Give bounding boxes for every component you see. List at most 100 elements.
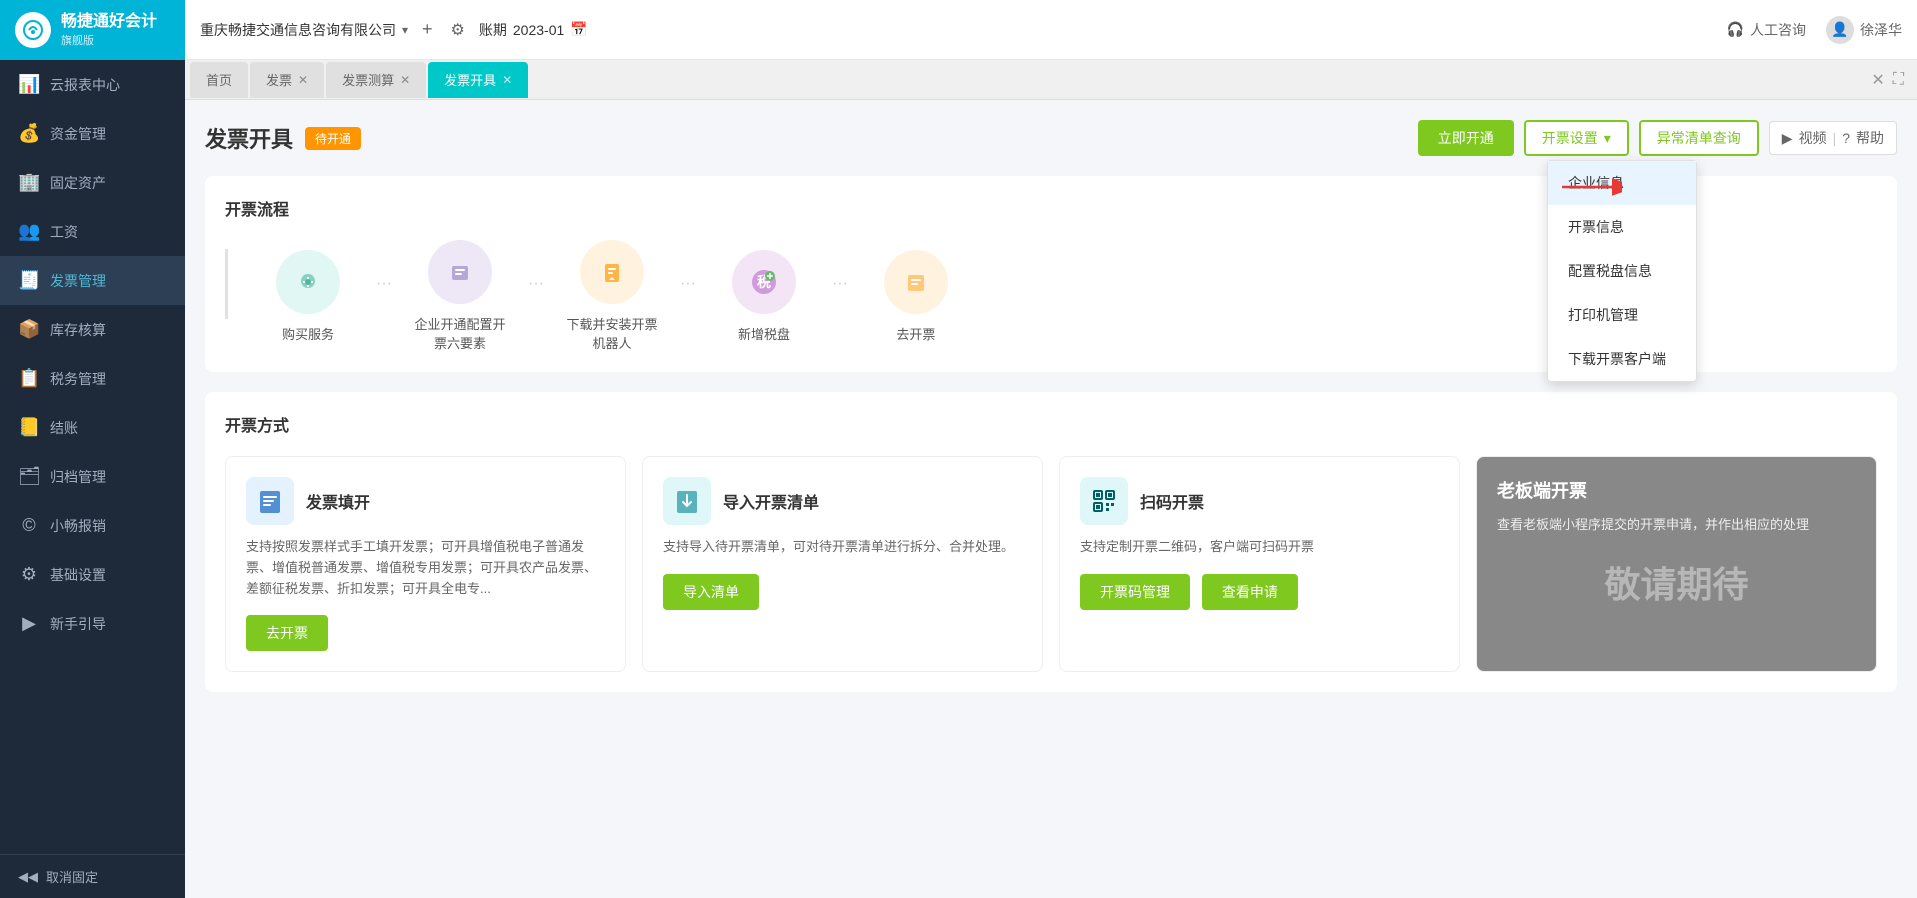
sidebar-label-fapiaoglian: 发票管理 [50,271,106,291]
sidebar-item-fapiaoglian[interactable]: 🧾 发票管理 [0,256,185,305]
sidebar-nav: 📊 云报表中心 💰 资金管理 🏢 固定资产 👥 工资 🧾 发票管理 📦 库存核算… [0,60,185,854]
method-icon-import [663,477,711,525]
tab-fapiaokaiiu[interactable]: 发票开具✕ [428,62,528,98]
collapse-icon: ◀◀ [18,869,38,885]
add-company-button[interactable]: + [418,15,437,44]
user-menu[interactable]: 👤 徐泽华 [1826,16,1902,44]
method-icon-fill [246,477,294,525]
sidebar-item-kucunhesuan[interactable]: 📦 库存核算 [0,305,185,354]
methods-section: 开票方式 发票填开 支持按照发票样式手工填开发票；可开具增值税电子普通发票、增值… [205,392,1897,692]
activate-button[interactable]: 立即开通 [1418,120,1514,156]
close-tab-button[interactable]: ✕ [1871,70,1884,90]
sidebar-item-zijin[interactable]: 💰 资金管理 [0,109,185,158]
process-arrow-3: ··· [680,275,696,318]
settings-gear-icon[interactable]: ⚙ [447,16,469,44]
collapse-label: 取消固定 [46,867,98,886]
sidebar-label-jiezhang: 结账 [50,418,78,438]
fill-invoice-button[interactable]: 去开票 [246,615,328,651]
sidebar-label-xinshouyin: 新手引导 [50,614,106,634]
import-list-button[interactable]: 导入清单 [663,574,759,610]
process-step-buy: 购买服务 [248,250,368,343]
period-selector[interactable]: 账期 2023-01 📅 [479,20,588,40]
support-button[interactable]: 🎧 人工咨询 [1727,20,1806,40]
process-step-install: 下载并安装开票机器人 [552,240,672,352]
sidebar-label-gongzi: 工资 [50,222,78,242]
dropdown-item-kaipiao[interactable]: 开票信息 [1548,205,1696,249]
sidebar-label-guidang: 归档管理 [50,467,106,487]
topbar-right: 🎧 人工咨询 👤 徐泽华 [1727,16,1902,44]
gudingzichan-icon: 🏢 [18,172,40,193]
gongzi-icon: 👥 [18,221,40,242]
method-card-boss: 老板端开票 查看老板端小程序提交的开票申请，并作出相应的处理 敬请期待 [1476,456,1877,672]
method-title-scan: 扫码开票 [1140,489,1204,513]
dropdown-item-peizhi[interactable]: 配置税盘信息 [1548,249,1696,293]
process-arrow-2: ··· [528,275,544,318]
shuiwu-icon: 📋 [18,368,40,389]
page-title-area: 发票开具 待开通 [205,122,361,154]
sidebar-item-jichushezhi[interactable]: ⚙ 基础设置 [0,550,185,599]
sidebar-label-zijin: 资金管理 [50,124,106,144]
dropdown-item-dayinji[interactable]: 打印机管理 [1548,293,1696,337]
method-card-import: 导入开票清单 支持导入待开票清单，可对待开票清单进行拆分、合并处理。 导入清单 [642,456,1043,672]
tab-close-fapiaoceuan[interactable]: ✕ [400,73,410,87]
sidebar-item-jiezhang[interactable]: 📒 结账 [0,403,185,452]
tab-close-fapiao[interactable]: ✕ [298,73,308,87]
logo-icon [15,12,51,48]
sidebar-item-gongzi[interactable]: 👥 工资 [0,207,185,256]
tab-bar: 首页发票✕发票测算✕发票开具✕ ✕ ⛶ [185,60,1917,100]
method-header-scan: 扫码开票 [1080,477,1439,525]
maximize-button[interactable]: ⛶ [1893,71,1904,89]
process-divider-left [225,249,228,319]
sidebar-item-yunbao[interactable]: 📊 云报表中心 [0,60,185,109]
process-label-config: 企业开通配置开票六要素 [410,314,510,352]
sidebar-item-gudingzichan[interactable]: 🏢 固定资产 [0,158,185,207]
sidebar-label-gudingzichan: 固定资产 [50,173,106,193]
tab-fapiaoceuan[interactable]: 发票测算 ✕ [326,62,426,98]
process-step-invoice: 去开票 [856,250,976,343]
process-icon-install [580,240,644,304]
sidebar-item-shuiwu[interactable]: 📋 税务管理 [0,354,185,403]
method-desc-import: 支持导入待开票清单，可对待开票清单进行拆分、合并处理。 [663,537,1022,558]
process-icon-config [428,240,492,304]
process-label-install: 下载并安装开票机器人 [562,314,662,352]
view-application-button[interactable]: 查看申请 [1202,574,1298,610]
sidebar-item-xinshouyin[interactable]: ▶ 新手引导 [0,599,185,648]
process-icon-invoice [884,250,948,314]
exception-list-button[interactable]: 异常清单查询 [1639,120,1759,156]
tab-label-fapiaoceuan: 发票测算 [342,70,394,89]
sidebar-collapse-button[interactable]: ◀◀ 取消固定 [0,854,185,898]
tab-close-fapiaokaiiu[interactable]: ✕ [502,73,512,87]
method-desc-boss: 查看老板端小程序提交的开票申请，并作出相应的处理 [1497,515,1856,536]
company-selector[interactable]: 重庆畅捷交通信息咨询有限公司 ▾ [200,20,408,40]
sidebar-item-xiaochangbaoxiao[interactable]: © 小畅报销 [0,501,185,550]
page-title: 发票开具 [205,122,293,154]
play-icon: ▶ [1782,130,1793,147]
page-content: 发票开具 待开通 立即开通 开票设置 ▾ 异常清单查询 ▶ 视频 | ? [185,100,1917,898]
dropdown-item-xiazai[interactable]: 下载开票客户端 [1548,337,1696,381]
main-area: 重庆畅捷交通信息咨询有限公司 ▾ + ⚙ 账期 2023-01 📅 🎧 人工咨询… [185,0,1917,898]
period-value: 2023-01 [513,22,564,38]
calendar-icon: 📅 [570,21,587,38]
tab-actions: ✕ ⛶ [1871,70,1912,90]
qr-manage-button[interactable]: 开票码管理 [1080,574,1190,610]
topbar: 重庆畅捷交通信息咨询有限公司 ▾ + ⚙ 账期 2023-01 📅 🎧 人工咨询… [185,0,1917,60]
process-arrow-4: ··· [832,275,848,318]
method-card-scan: 扫码开票 支持定制开票二维码，客户端可扫码开票 开票码管理 查看申请 [1059,456,1460,672]
process-icon-buy [276,250,340,314]
method-desc-fill: 支持按照发票样式手工填开发票；可开具增值税电子普通发票、增值税普通发票、增值税专… [246,537,605,599]
tab-fapiao[interactable]: 发票 ✕ [250,62,324,98]
sidebar-item-guidang[interactable]: 🗂 归档管理 [0,452,185,501]
tab-home[interactable]: 首页 [190,62,248,98]
settings-button[interactable]: 开票设置 ▾ [1524,120,1629,156]
video-help-button[interactable]: ▶ 视频 | ? 帮助 [1769,121,1897,155]
company-name: 重庆畅捷交通信息咨询有限公司 [200,20,396,40]
tab-label-fapiao: 发票 [266,70,292,89]
user-name: 徐泽华 [1860,20,1902,40]
method-header-import: 导入开票清单 [663,477,1022,525]
period-label: 账期 [479,20,507,40]
method-header-fill: 发票填开 [246,477,605,525]
avatar: 👤 [1826,16,1854,44]
logo-text: 畅捷通好会计 旗舰版 [61,12,157,47]
process-label-invoice: 去开票 [896,324,935,343]
method-title-boss: 老板端开票 [1497,477,1587,503]
